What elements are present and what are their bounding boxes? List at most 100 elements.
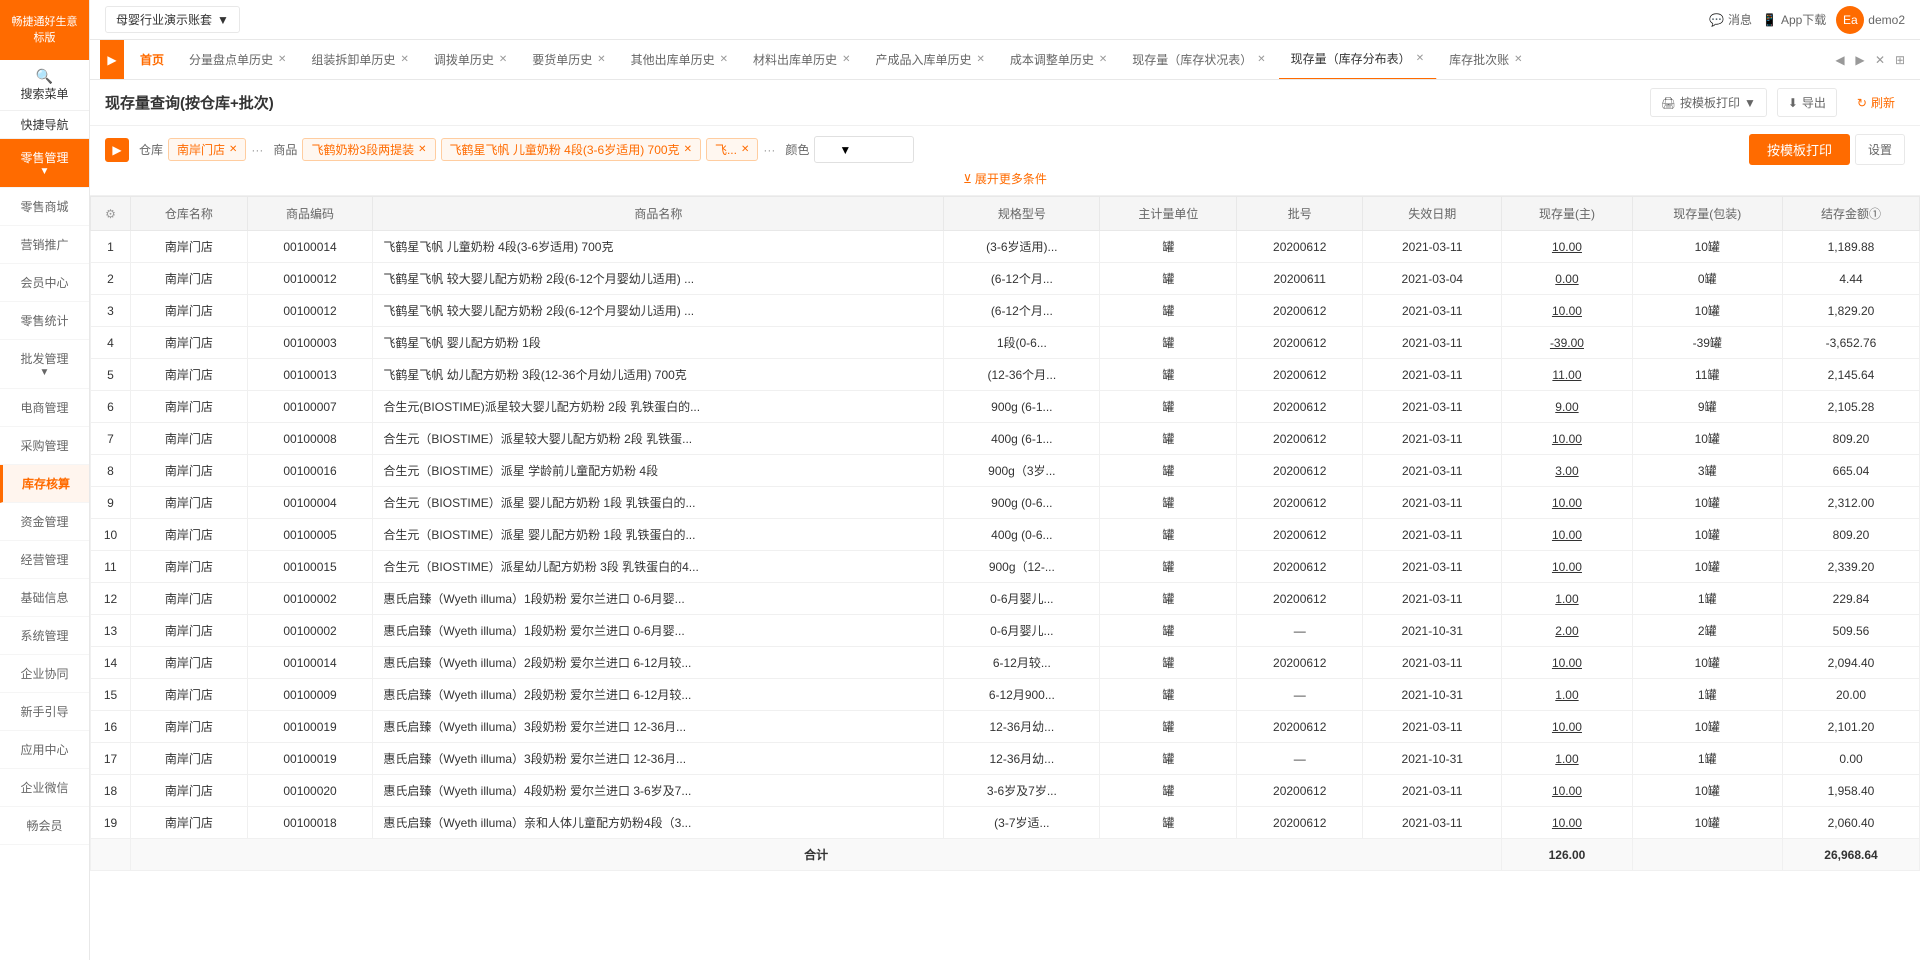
tab-assemble[interactable]: 组装拆卸单历史 ✕ [299, 40, 421, 80]
tab-close-stock-dist[interactable]: ✕ [1416, 53, 1424, 64]
tab-home[interactable]: 首页 [128, 40, 177, 80]
tab-stock-dist[interactable]: 现存量（库存分布表） ✕ [1279, 40, 1437, 80]
tab-transfer[interactable]: 调拨单历史 ✕ [422, 40, 520, 80]
color-dropdown[interactable]: ▼ [814, 136, 914, 163]
cell-expiry: 2021-03-11 [1363, 455, 1502, 487]
cell-qty-main[interactable]: 1.00 [1502, 679, 1632, 711]
sidebar-item-marketing[interactable]: 营销推广 [0, 226, 89, 264]
sidebar-item-retail-store[interactable]: 零售商城 [0, 188, 89, 226]
cell-qty-main[interactable]: 10.00 [1502, 423, 1632, 455]
cell-qty-main[interactable]: 10.00 [1502, 551, 1632, 583]
tab-close-assemble[interactable]: ✕ [400, 54, 408, 65]
col-settings-icon[interactable]: ⚙ [105, 207, 116, 221]
tab-close-order[interactable]: ✕ [597, 54, 605, 65]
tab-close-product-in[interactable]: ✕ [976, 54, 984, 65]
cell-warehouse: 南岸门店 [131, 551, 248, 583]
sidebar-item-finance[interactable]: 资金管理 [0, 503, 89, 541]
cell-no: 14 [91, 647, 131, 679]
tab-batch-ledger[interactable]: 库存批次账 ✕ [1437, 40, 1535, 80]
message-btn[interactable]: 💬 消息 [1709, 11, 1752, 28]
sidebar-item-new-guide[interactable]: 新手引导 [0, 693, 89, 731]
sidebar-item-member-club[interactable]: 畅会员 [0, 807, 89, 845]
cell-qty-main[interactable]: 10.00 [1502, 711, 1632, 743]
print-btn[interactable]: 🖨 按模板打印 ▼ [1650, 88, 1767, 117]
settings-button[interactable]: 设置 [1855, 134, 1905, 165]
sidebar-item-app-center[interactable]: 应用中心 [0, 731, 89, 769]
tab-close-cost-adj[interactable]: ✕ [1099, 54, 1107, 65]
cell-qty-main[interactable]: 10.00 [1502, 487, 1632, 519]
sidebar-item-basic-info[interactable]: 基础信息 [0, 579, 89, 617]
cell-qty-main[interactable]: 1.00 [1502, 743, 1632, 775]
user-avatar-btn[interactable]: Ea demo2 [1836, 6, 1905, 34]
cell-qty-main[interactable]: 9.00 [1502, 391, 1632, 423]
search-menu[interactable]: 🔍 搜索菜单 [0, 60, 89, 111]
cell-qty-main[interactable]: 10.00 [1502, 807, 1632, 839]
query-button[interactable]: 按模板打印 [1749, 134, 1850, 165]
sidebar-item-corp-wechat[interactable]: 企业微信 [0, 769, 89, 807]
warehouse-more-icon[interactable]: ··· [251, 143, 263, 157]
goods-tag-2[interactable]: 飞鹤星飞帆 儿童奶粉 4段(3-6岁适用) 700克 ✕ [441, 138, 701, 161]
export-btn[interactable]: ⬇ 导出 [1777, 88, 1837, 117]
goods-tag-3[interactable]: 飞... ✕ [706, 138, 758, 161]
tab-disk[interactable]: 分量盘点单历史 ✕ [177, 40, 299, 80]
refresh-btn[interactable]: ↻ 刷新 [1847, 89, 1905, 116]
refresh-label: 刷新 [1871, 94, 1895, 111]
sidebar-item-ecommerce[interactable]: 电商管理 [0, 389, 89, 427]
goods-tag-remove-1[interactable]: ✕ [418, 144, 426, 155]
cell-spec: 0-6月婴儿... [944, 583, 1100, 615]
sidebar-item-purchase[interactable]: 采购管理 [0, 427, 89, 465]
nav-next[interactable]: ▶ [1850, 45, 1870, 75]
goods-tag-1[interactable]: 飞鹤奶粉3段两提装 ✕ [302, 138, 435, 161]
sidebar-item-member-center[interactable]: 会员中心 [0, 264, 89, 302]
tab-order[interactable]: 要货单历史 ✕ [520, 40, 618, 80]
cell-warehouse: 南岸门店 [131, 775, 248, 807]
cell-qty-main[interactable]: 2.00 [1502, 615, 1632, 647]
cell-name: 惠氏启臻（Wyeth illuma）2段奶粉 爱尔兰进口 6-12月较... [373, 679, 944, 711]
cell-qty-main[interactable]: 10.00 [1502, 295, 1632, 327]
goods-tag-remove-2[interactable]: ✕ [684, 144, 692, 155]
tab-stock-status[interactable]: 现存量（库存状况表） ✕ [1120, 40, 1278, 80]
col-qty-main: 现存量(主) [1502, 197, 1632, 231]
tab-product-in[interactable]: 产成品入库单历史 ✕ [863, 40, 997, 80]
cell-qty-main[interactable]: -39.00 [1502, 327, 1632, 359]
tab-close-stock-status[interactable]: ✕ [1257, 54, 1265, 65]
sidebar-item-inventory[interactable]: 库存核算 [0, 465, 89, 503]
tab-close-other-out[interactable]: ✕ [720, 54, 728, 65]
sidebar-item-enterprise[interactable]: 企业协同 [0, 655, 89, 693]
tab-close-transfer[interactable]: ✕ [499, 54, 507, 65]
cell-qty-main[interactable]: 10.00 [1502, 775, 1632, 807]
sidebar-item-sys-mgmt[interactable]: 系统管理 [0, 617, 89, 655]
nav-prev[interactable]: ◀ [1830, 45, 1850, 75]
quick-nav[interactable]: 快捷导航 [0, 111, 89, 139]
sidebar-item-wholesale[interactable]: 批发管理 ▼ [0, 340, 89, 389]
nav-expand-btn[interactable]: ▶ [100, 40, 124, 80]
col-setting[interactable]: ⚙ [91, 197, 131, 231]
app-download-btn[interactable]: 📱 App下载 [1762, 11, 1826, 28]
cell-qty-main[interactable]: 10.00 [1502, 231, 1632, 263]
cell-qty-main[interactable]: 1.00 [1502, 583, 1632, 615]
goods-more-icon[interactable]: ··· [763, 143, 775, 157]
account-dropdown[interactable]: 母婴行业演示账套 ▼ [105, 6, 240, 33]
sidebar-item-retail-mgmt[interactable]: 零售管理 ▼ [0, 139, 89, 188]
cell-qty-main[interactable]: 11.00 [1502, 359, 1632, 391]
tab-close-material-out[interactable]: ✕ [842, 54, 850, 65]
tab-close-disk[interactable]: ✕ [278, 54, 286, 65]
tab-close-batch-ledger[interactable]: ✕ [1514, 54, 1522, 65]
warehouse-remove-icon[interactable]: ✕ [229, 144, 237, 155]
sidebar-item-retail-stats[interactable]: 零售统计 [0, 302, 89, 340]
tab-other-out[interactable]: 其他出库单历史 ✕ [619, 40, 741, 80]
filter-expand-toggle[interactable]: ▶ [105, 138, 129, 162]
expand-more-btn[interactable]: ⊻ 展开更多条件 [963, 170, 1047, 187]
cell-qty-main[interactable]: 3.00 [1502, 455, 1632, 487]
sidebar-item-ops-mgmt[interactable]: 经营管理 [0, 541, 89, 579]
tab-cost-adj[interactable]: 成本调整单历史 ✕ [998, 40, 1120, 80]
cell-qty-main[interactable]: 10.00 [1502, 519, 1632, 551]
cell-qty-main[interactable]: 10.00 [1502, 647, 1632, 679]
goods-tag-remove-3[interactable]: ✕ [741, 144, 749, 155]
warehouse-tag[interactable]: 南岸门店 ✕ [168, 138, 246, 161]
nav-close-all[interactable]: ✕ [1870, 45, 1890, 75]
nav-expand[interactable]: ⊞ [1890, 45, 1910, 75]
cell-qty-main[interactable]: 0.00 [1502, 263, 1632, 295]
cell-batch: 20200612 [1237, 423, 1363, 455]
tab-material-out[interactable]: 材料出库单历史 ✕ [741, 40, 863, 80]
